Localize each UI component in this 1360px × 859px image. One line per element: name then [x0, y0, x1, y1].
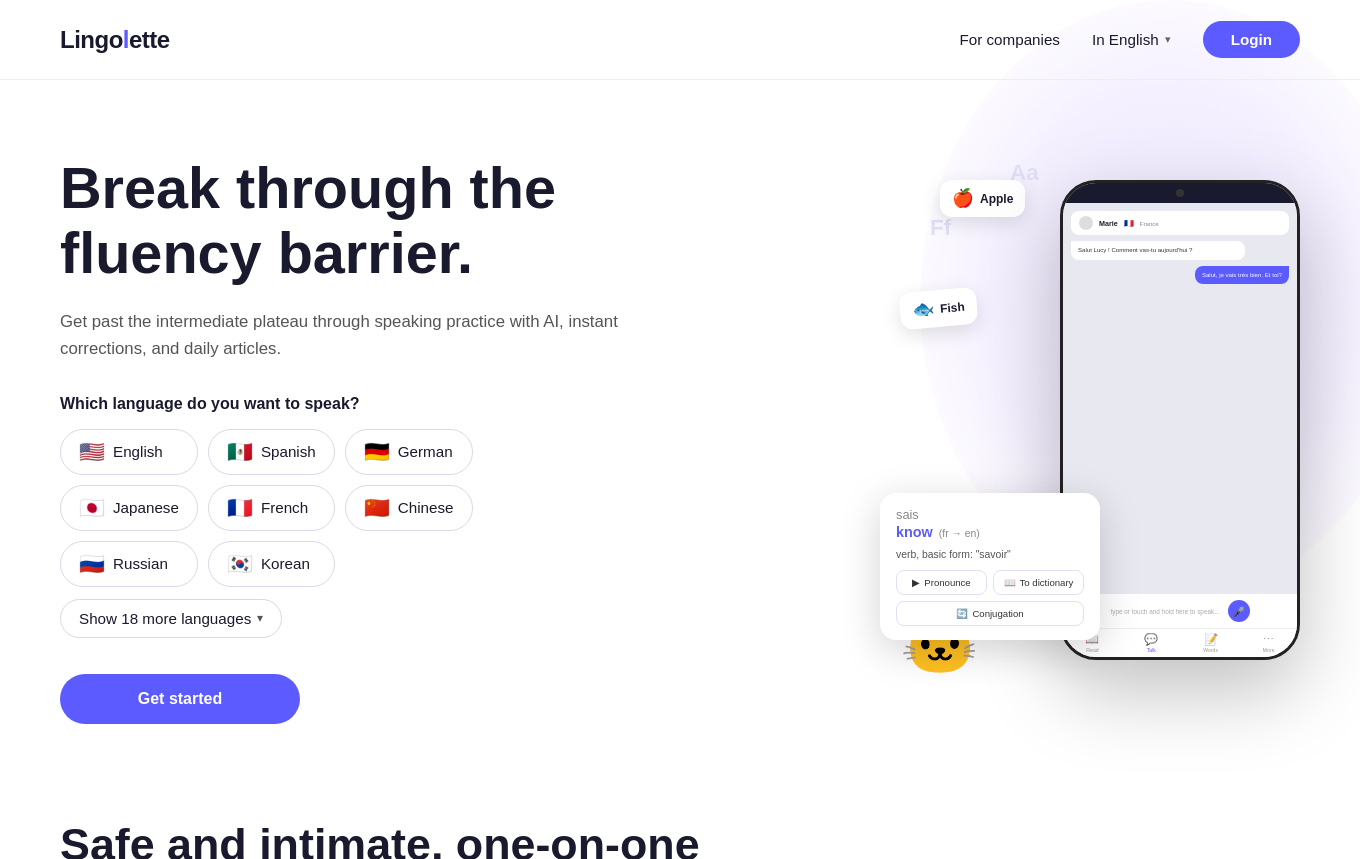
dict-action-row-1: ▶ Pronounce 📖 To dictionary — [896, 570, 1084, 595]
mic-hint: type or touch and hold here to speak... — [1110, 608, 1219, 615]
logo[interactable]: Lingolette — [60, 26, 170, 54]
phone-tab-talk[interactable]: 💬 Talk — [1144, 633, 1158, 653]
chat-avatar — [1079, 216, 1093, 230]
fish-emoji: 🐟 — [911, 298, 935, 321]
lang-label-korean: Korean — [261, 555, 310, 572]
words-icon: 📝 — [1204, 633, 1218, 646]
get-started-button[interactable]: Get started — [60, 674, 300, 724]
show-more-languages-button[interactable]: Show 18 more languages ▾ — [60, 599, 282, 638]
phone-tab-talk-label: Talk — [1147, 647, 1156, 653]
chat-name: Marie — [1099, 219, 1118, 228]
lang-label-french: French — [261, 499, 308, 516]
lang-btn-korean[interactable]: 🇰🇷 Korean — [208, 541, 335, 587]
dict-pronounce-button[interactable]: ▶ Pronounce — [896, 570, 987, 595]
chevron-down-icon: ▾ — [257, 611, 263, 625]
flashcard-apple: 🍎 Apple — [940, 180, 1025, 217]
lang-btn-chinese[interactable]: 🇨🇳 Chinese — [345, 485, 473, 531]
logo-text: Lingolette — [60, 26, 170, 54]
lang-label-spanish: Spanish — [261, 443, 316, 460]
phone-tab-words[interactable]: 📝 Words — [1203, 633, 1218, 653]
play-icon: ▶ — [912, 577, 920, 588]
flashcard-fish-label: Fish — [939, 299, 965, 315]
floating-letter-ff: Ff — [930, 215, 951, 241]
chat-bubble-sent: Salut, je vais très bien. Et toi? — [1195, 266, 1289, 285]
flashcard-fish: 🐟 Fish — [899, 287, 979, 331]
language-selector-label: In English — [1092, 31, 1159, 48]
hero-right: Aa Ff Li 🍎 Apple 🐱 Letty 🐟 Fish — [880, 160, 1300, 720]
flag-english: 🇺🇸 — [79, 440, 105, 464]
flag-spanish: 🇲🇽 — [227, 440, 253, 464]
lang-label-chinese: Chinese — [398, 499, 454, 516]
lang-btn-german[interactable]: 🇩🇪 German — [345, 429, 473, 475]
chevron-down-icon: ▾ — [1165, 33, 1171, 46]
phone-tab-more-label: More — [1263, 647, 1275, 653]
language-grid: 🇺🇸 English 🇲🇽 Spanish 🇩🇪 German 🇯🇵 Japan… — [60, 429, 473, 587]
dict-translation: know — [896, 524, 933, 540]
lang-label-english: English — [113, 443, 163, 460]
for-companies-link[interactable]: For companies — [960, 31, 1060, 48]
lang-btn-japanese[interactable]: 🇯🇵 Japanese — [60, 485, 198, 531]
lang-btn-spanish[interactable]: 🇲🇽 Spanish — [208, 429, 335, 475]
dict-actions: ▶ Pronounce 📖 To dictionary 🔄 Conjugatio… — [896, 570, 1084, 626]
dict-conjugation-button[interactable]: 🔄 Conjugation — [896, 601, 1084, 626]
hero-subtitle: Get past the intermediate plateau throug… — [60, 309, 640, 363]
phone-tab-more[interactable]: ⋯ More — [1263, 633, 1275, 653]
chat-country: France — [1140, 220, 1159, 227]
lang-label-german: German — [398, 443, 453, 460]
hero-section: Break through the fluency barrier. Get p… — [0, 80, 1360, 780]
conjugation-icon: 🔄 — [956, 608, 968, 619]
lang-btn-french[interactable]: 🇫🇷 French — [208, 485, 335, 531]
apple-emoji: 🍎 — [952, 188, 974, 209]
flag-chinese: 🇨🇳 — [364, 496, 390, 520]
dict-dictionary-button[interactable]: 📖 To dictionary — [993, 570, 1084, 595]
phone-status-bar — [1063, 183, 1297, 203]
mic-button[interactable]: 🎤 — [1228, 600, 1250, 622]
bottom-teaser: Safe and intimate, one-on-one — [0, 780, 1360, 859]
lang-label-russian: Russian — [113, 555, 168, 572]
dict-meta: (fr → en) — [939, 528, 980, 539]
talk-icon: 💬 — [1144, 633, 1158, 646]
flag-french: 🇫🇷 — [227, 496, 253, 520]
chat-bubble-received: Salut Lucy ! Comment vas-tu aujourd'hui … — [1071, 241, 1245, 260]
dict-source-word: sais — [896, 507, 1084, 522]
flag-german: 🇩🇪 — [364, 440, 390, 464]
login-button[interactable]: Login — [1203, 21, 1300, 58]
chat-header: Marie 🇫🇷 France — [1071, 211, 1289, 235]
lang-btn-russian[interactable]: 🇷🇺 Russian — [60, 541, 198, 587]
flashcard-apple-label: Apple — [980, 192, 1013, 206]
lang-label-japanese: Japanese — [113, 499, 179, 516]
nav-right: For companies In English ▾ Login — [960, 21, 1300, 58]
phone-tab-words-label: Words — [1203, 647, 1218, 653]
phone-tab-read-label: Read — [1086, 647, 1098, 653]
book-icon: 📖 — [1004, 577, 1016, 588]
which-language-label: Which language do you want to speak? — [60, 395, 640, 413]
navbar: Lingolette For companies In English ▾ Lo… — [0, 0, 1360, 80]
phone-bottom-bar: 📖 Read 💬 Talk 📝 Words ⋯ More — [1063, 628, 1297, 657]
hero-left: Break through the fluency barrier. Get p… — [60, 156, 640, 724]
flag-korean: 🇰🇷 — [227, 552, 253, 576]
hero-title: Break through the fluency barrier. — [60, 156, 640, 285]
chat-flag: 🇫🇷 — [1124, 219, 1134, 228]
show-more-label: Show 18 more languages — [79, 610, 251, 627]
dict-verb-info: verb, basic form: "savoir" — [896, 549, 1084, 560]
dictionary-card: sais know (fr → en) verb, basic form: "s… — [880, 493, 1100, 640]
flag-russian: 🇷🇺 — [79, 552, 105, 576]
flag-japanese: 🇯🇵 — [79, 496, 105, 520]
lang-btn-english[interactable]: 🇺🇸 English — [60, 429, 198, 475]
more-icon: ⋯ — [1263, 633, 1274, 646]
phone-camera — [1176, 189, 1184, 197]
language-selector[interactable]: In English ▾ — [1092, 31, 1171, 48]
